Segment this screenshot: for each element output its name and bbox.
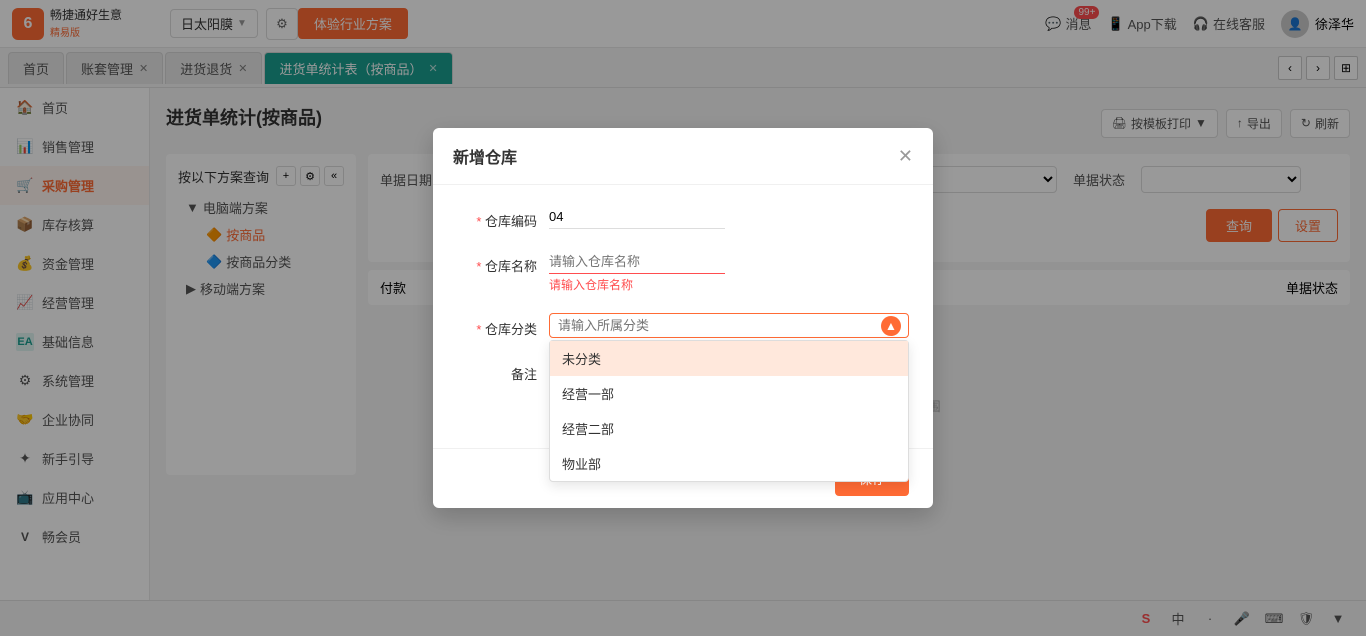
category-dropdown-list: 未分类 经营一部 经营二部 物业部 [549,340,909,482]
category-label: 仓库分类 [457,313,537,338]
form-row-category: 仓库分类 ▲ 未分类 经营一部 经营二部 物业部 [457,313,909,338]
code-label: 仓库编码 [457,205,537,230]
dialog-header: 新增仓库 ✕ [433,128,933,185]
dialog-title: 新增仓库 [453,144,517,168]
code-input[interactable] [549,205,725,229]
name-input[interactable] [549,250,725,274]
name-input-wrap: 请输入仓库名称 [549,250,909,293]
dialog-close-button[interactable]: ✕ [898,146,913,167]
form-row-code: 仓库编码 [457,205,909,230]
name-label: 仓库名称 [457,250,537,275]
category-option-2[interactable]: 经营二部 [550,411,908,446]
category-dropdown-toggle[interactable]: ▲ [881,316,901,336]
note-label: 备注 [457,358,537,383]
code-input-wrap [549,205,909,229]
category-option-0[interactable]: 未分类 [550,341,908,376]
dialog-body: 仓库编码 仓库名称 请输入仓库名称 仓库分类 ▲ [433,185,933,448]
modal-overlay[interactable]: 新增仓库 ✕ 仓库编码 仓库名称 请输入仓库名称 仓库分类 [0,0,1366,636]
form-row-name: 仓库名称 请输入仓库名称 [457,250,909,293]
category-option-3[interactable]: 物业部 [550,446,908,481]
category-input-wrap: ▲ 未分类 经营一部 经营二部 物业部 [549,313,909,338]
category-option-1[interactable]: 经营一部 [550,376,908,411]
add-warehouse-dialog: 新增仓库 ✕ 仓库编码 仓库名称 请输入仓库名称 仓库分类 [433,128,933,508]
category-input[interactable] [549,313,909,338]
name-error-msg: 请输入仓库名称 [549,276,909,293]
